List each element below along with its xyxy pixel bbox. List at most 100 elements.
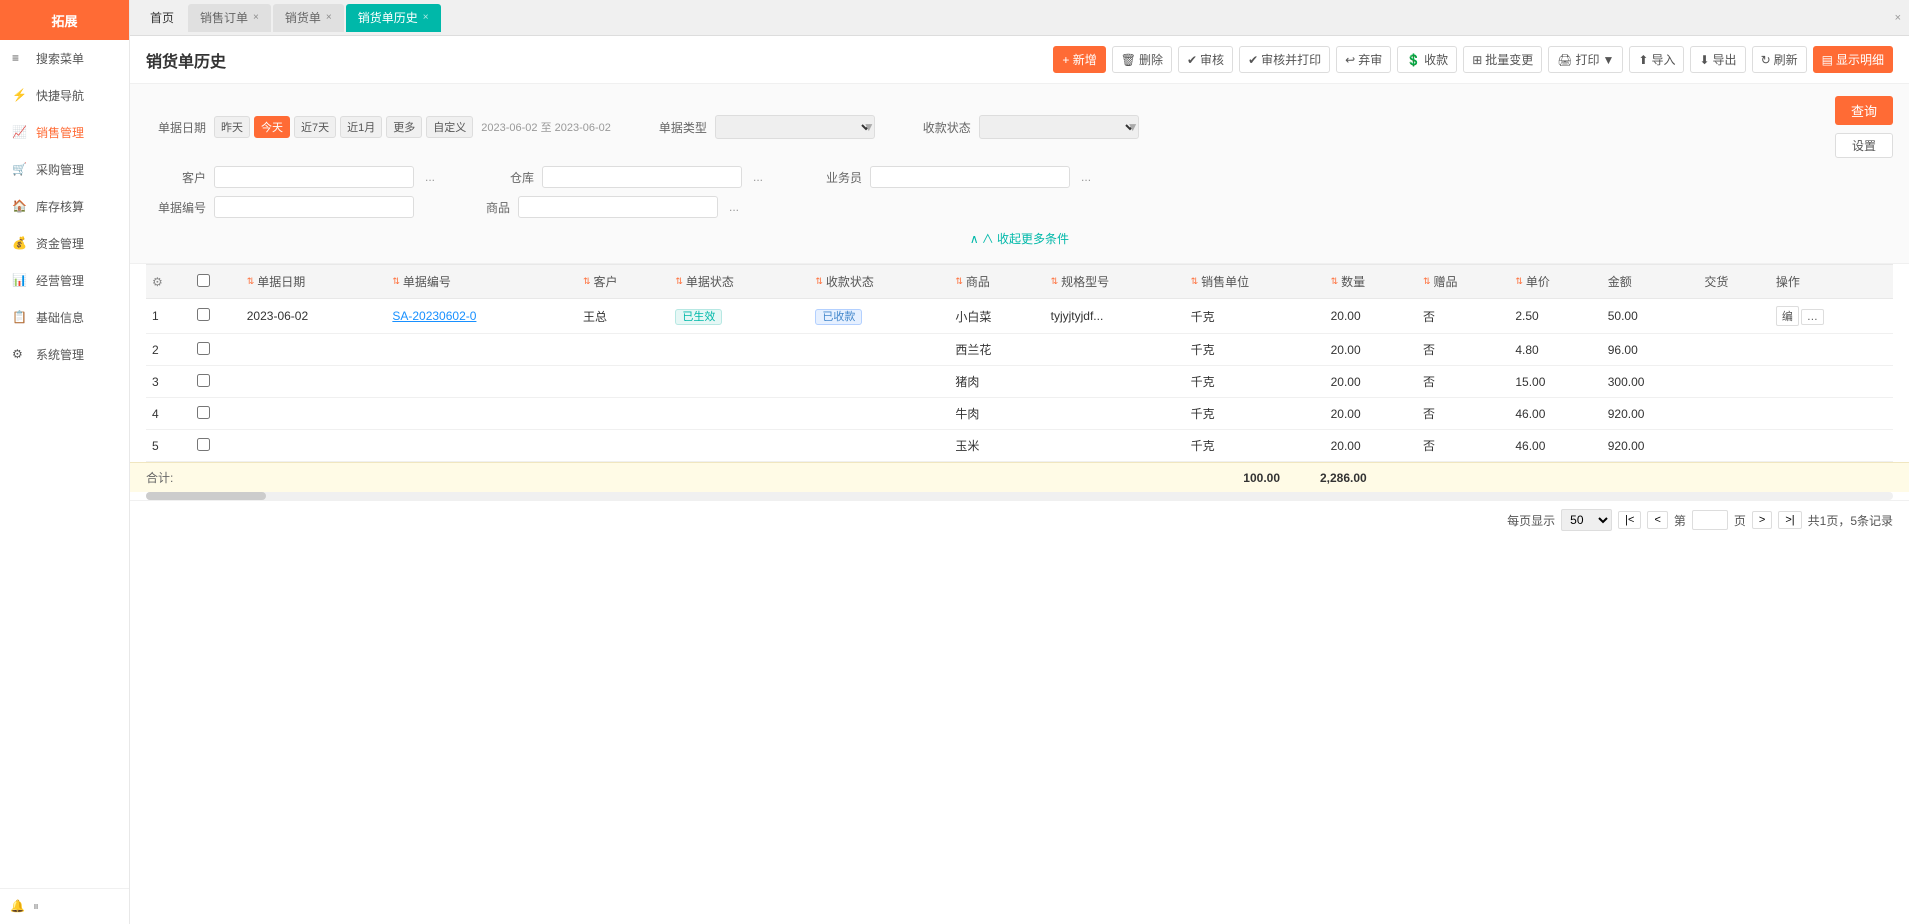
more-action-btn[interactable]: …: [1801, 309, 1824, 325]
customer-input[interactable]: [214, 166, 414, 188]
date-btn-7days[interactable]: 近7天: [294, 116, 336, 138]
cell-checkbox[interactable]: [191, 366, 241, 398]
date-btn-yesterday[interactable]: 昨天: [214, 116, 250, 138]
tab-sales-history[interactable]: 销货单历史 ×: [346, 4, 441, 32]
th-price[interactable]: ⇅单价: [1509, 265, 1601, 299]
row-checkbox[interactable]: [197, 406, 210, 419]
date-btn-more[interactable]: 更多: [386, 116, 422, 138]
cell-spec: tyjyjtyjdf...: [1045, 299, 1185, 334]
th-docno[interactable]: ⇅单据编号: [386, 265, 577, 299]
cell-docno[interactable]: [386, 366, 577, 398]
date-btn-custom[interactable]: 自定义: [426, 116, 473, 138]
th-spec[interactable]: ⇅规格型号: [1045, 265, 1185, 299]
next-page-btn[interactable]: >: [1752, 511, 1772, 529]
th-unit[interactable]: ⇅销售单位: [1185, 265, 1325, 299]
warehouse-input[interactable]: [542, 166, 742, 188]
sidebar-item-finance-mgmt[interactable]: 💰 资金管理: [0, 225, 129, 262]
th-docstatus[interactable]: ⇅单据状态: [669, 265, 809, 299]
sidebar-item-purchase-mgmt[interactable]: 🛒 采购管理: [0, 151, 129, 188]
th-settings[interactable]: ⚙: [146, 265, 191, 299]
warehouse-ellipsis[interactable]: ...: [750, 170, 766, 184]
settings-icon[interactable]: ⚙: [152, 275, 163, 289]
th-goods[interactable]: ⇅商品: [949, 265, 1044, 299]
cell-action[interactable]: [1770, 334, 1893, 366]
salesperson-input[interactable]: [870, 166, 1070, 188]
cell-docno[interactable]: [386, 430, 577, 462]
select-all-checkbox[interactable]: [197, 274, 210, 287]
first-page-btn[interactable]: |<: [1618, 511, 1641, 529]
cell-action[interactable]: [1770, 430, 1893, 462]
row-checkbox[interactable]: [197, 374, 210, 387]
abandon-button[interactable]: ↩ 弃审: [1336, 46, 1391, 73]
batch-change-button[interactable]: ⊞ 批量变更: [1463, 46, 1542, 73]
tab-home[interactable]: 首页: [138, 4, 186, 32]
import-button[interactable]: ⬆ 导入: [1629, 46, 1684, 73]
row-checkbox[interactable]: [197, 342, 210, 355]
doc-no-link[interactable]: SA-20230602-0: [392, 309, 476, 323]
goods-ellipsis[interactable]: ...: [726, 200, 742, 214]
cell-action[interactable]: [1770, 366, 1893, 398]
th-customer[interactable]: ⇅客户: [577, 265, 669, 299]
tab-sales-history-close[interactable]: ×: [423, 12, 429, 23]
tab-sales-goods-close[interactable]: ×: [326, 12, 332, 23]
page-input[interactable]: 1: [1692, 510, 1728, 530]
set-button[interactable]: 设置: [1835, 133, 1893, 158]
tab-sales-order[interactable]: 销售订单 ×: [188, 4, 271, 32]
sidebar-item-sales-mgmt[interactable]: 📈 销售管理: [0, 114, 129, 151]
cell-checkbox[interactable]: [191, 299, 241, 334]
sidebar-item-sys-mgmt[interactable]: ⚙ 系统管理: [0, 336, 129, 373]
cell-docno[interactable]: [386, 334, 577, 366]
collect-status-select[interactable]: [979, 115, 1139, 139]
row-checkbox[interactable]: [197, 308, 210, 321]
scrollbar-thumb[interactable]: [146, 492, 266, 500]
cell-docno[interactable]: SA-20230602-0: [386, 299, 577, 334]
refresh-button[interactable]: ↻ 刷新: [1752, 46, 1807, 73]
row-checkbox[interactable]: [197, 438, 210, 451]
cell-checkbox[interactable]: [191, 398, 241, 430]
th-collectstatus[interactable]: ⇅收款状态: [809, 265, 949, 299]
goods-input[interactable]: [518, 196, 718, 218]
cell-checkbox[interactable]: [191, 334, 241, 366]
date-btn-1month[interactable]: 近1月: [340, 116, 382, 138]
sidebar-toggle-icon[interactable]: 🔔: [10, 899, 25, 914]
goods-filter-field: 商品 ...: [450, 196, 742, 218]
sidebar-item-quick-nav[interactable]: ⚡ 快捷导航: [0, 77, 129, 114]
doc-no-input[interactable]: [214, 196, 414, 218]
cell-action[interactable]: 编…: [1770, 299, 1893, 334]
edit-action-btn[interactable]: 编: [1776, 306, 1799, 326]
cell-action[interactable]: [1770, 398, 1893, 430]
cell-collectstatus: [809, 366, 949, 398]
salesperson-ellipsis[interactable]: ...: [1078, 170, 1094, 184]
print-button[interactable]: 🖨 打印 ▼: [1548, 46, 1623, 73]
query-button[interactable]: 查询: [1835, 96, 1893, 125]
date-btn-today[interactable]: 今天: [254, 116, 290, 138]
customer-ellipsis[interactable]: ...: [422, 170, 438, 184]
delete-button[interactable]: 🗑 删除: [1112, 46, 1172, 73]
tab-sales-order-close[interactable]: ×: [253, 12, 259, 23]
add-button[interactable]: + 新增: [1053, 46, 1105, 73]
sidebar-item-search-menu[interactable]: ≡ 搜索菜单: [0, 40, 129, 77]
export-button[interactable]: ⬇ 导出: [1690, 46, 1745, 73]
per-page-select[interactable]: 50 20 100: [1561, 509, 1612, 531]
sidebar-item-basic-info[interactable]: 📋 基础信息: [0, 299, 129, 336]
horizontal-scrollbar[interactable]: [146, 492, 1893, 500]
cell-index: 3: [146, 366, 191, 398]
sidebar-item-inventory-calc[interactable]: 🏠 库存核算: [0, 188, 129, 225]
prev-page-btn[interactable]: <: [1647, 511, 1667, 529]
cell-docno[interactable]: [386, 398, 577, 430]
collapse-filter-btn[interactable]: ∧ ∧ 收起更多条件: [146, 226, 1893, 251]
collect-button[interactable]: 💲 收款: [1397, 46, 1457, 73]
close-all-icon[interactable]: ×: [1895, 12, 1901, 24]
cell-checkbox[interactable]: [191, 430, 241, 462]
tab-sales-goods[interactable]: 销货单 ×: [273, 4, 344, 32]
review-print-button[interactable]: ✔ 审核并打印: [1239, 46, 1330, 73]
sidebar-collapse-icon[interactable]: ⏸: [33, 899, 39, 914]
doc-type-select[interactable]: [715, 115, 875, 139]
sidebar-item-ops-mgmt[interactable]: 📊 经营管理: [0, 262, 129, 299]
show-detail-button[interactable]: ▤ 显示明细: [1813, 46, 1893, 73]
th-date[interactable]: ⇅单据日期: [241, 265, 387, 299]
th-qty[interactable]: ⇅数量: [1325, 265, 1417, 299]
review-button[interactable]: ✔ 审核: [1178, 46, 1233, 73]
th-gift[interactable]: ⇅赠品: [1417, 265, 1509, 299]
last-page-btn[interactable]: >|: [1778, 511, 1801, 529]
